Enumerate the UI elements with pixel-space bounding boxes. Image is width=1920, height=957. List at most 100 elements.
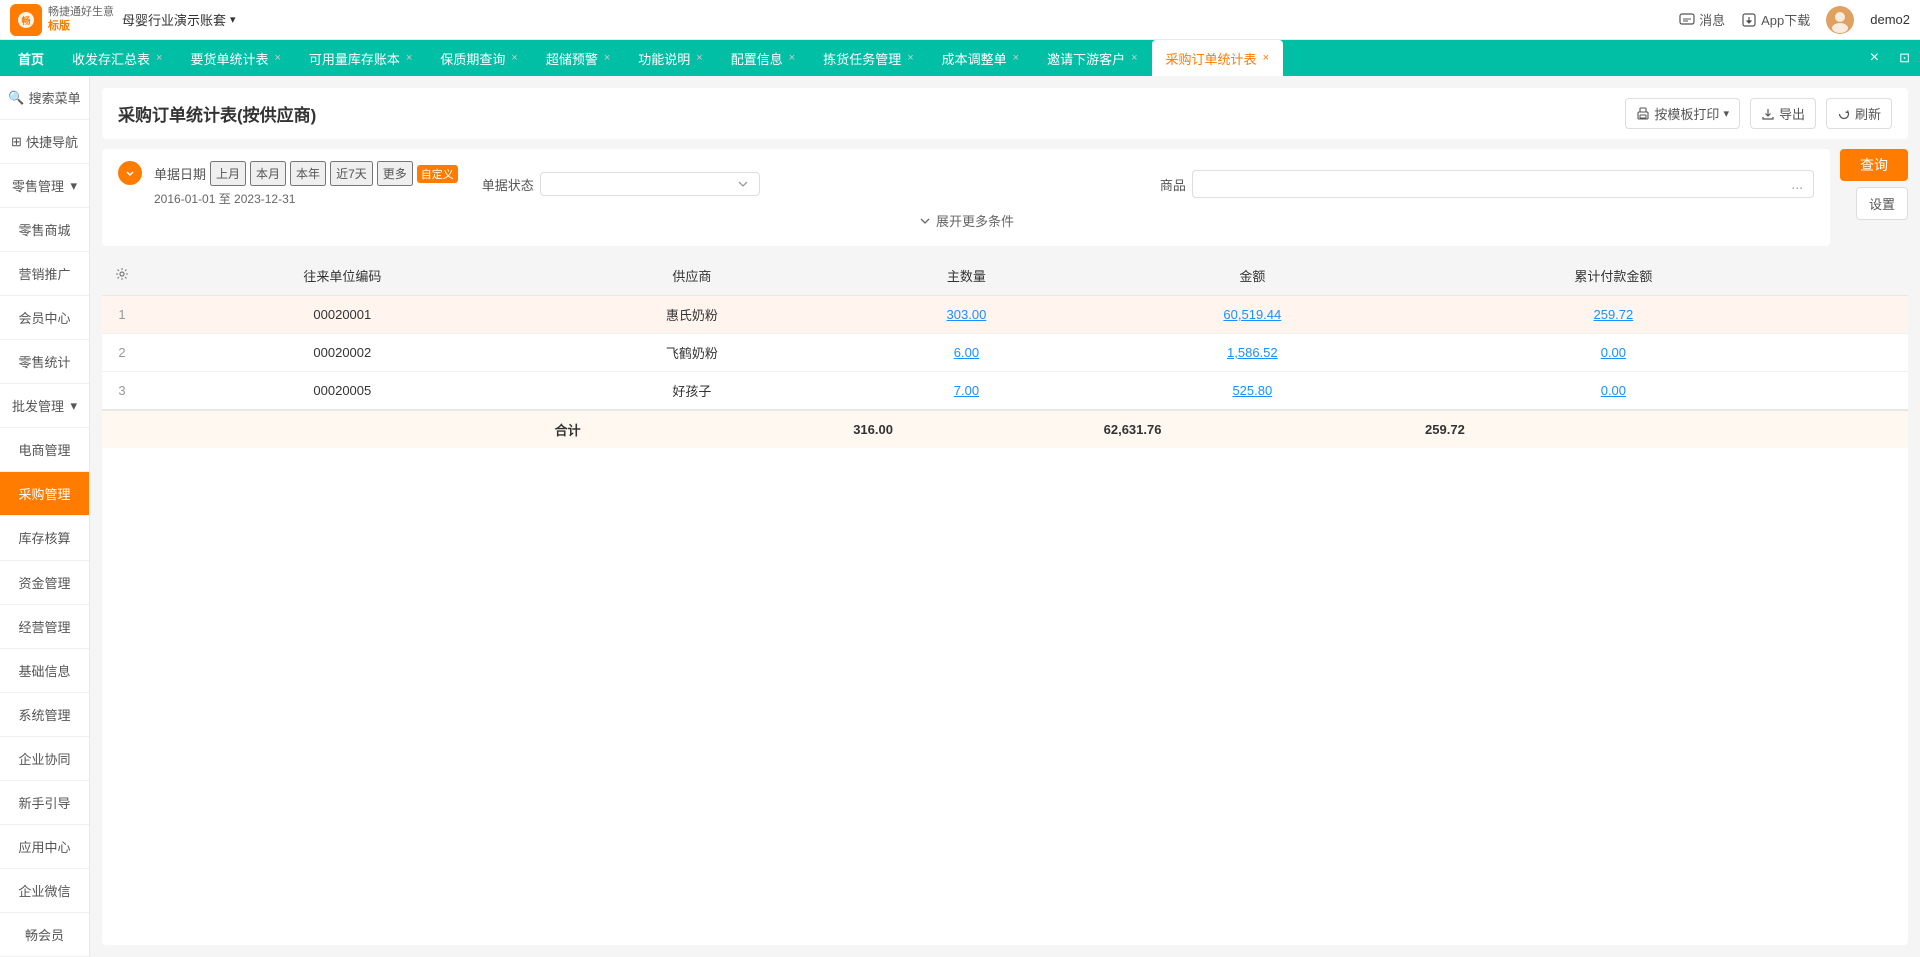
filter-status-group: 单据状态 xyxy=(482,172,1136,196)
filter-query-row: 单据日期 上月 本月 本年 近7天 更多 自定义 2016-01-01 至 20… xyxy=(102,149,1908,246)
col-header-supplier: 供应商 xyxy=(543,256,842,296)
col-header-extra xyxy=(1814,256,1908,296)
footer-amount: 62,631.76 xyxy=(1092,410,1413,448)
tab-chengben[interactable]: 成本调整单 × xyxy=(928,40,1033,76)
cell-supplier: 好孩子 xyxy=(543,372,842,411)
chevron-down-icon xyxy=(737,178,749,190)
top-bar-left: 畅 畅捷通好生意 标版 母婴行业演示账套 ▾ xyxy=(10,4,236,36)
col-header-code: 往来单位编码 xyxy=(142,256,543,296)
logo-area: 畅 畅捷通好生意 标版 xyxy=(10,4,114,36)
cell-paid[interactable]: 0.00 xyxy=(1413,334,1814,372)
cell-qty[interactable]: 7.00 xyxy=(841,372,1091,411)
sidebar-item-wholesale-mgmt[interactable]: 批发管理 ▾ xyxy=(0,384,89,428)
sidebar-item-member[interactable]: 会员中心 xyxy=(0,296,89,340)
tab-chaochu[interactable]: 超储预警 × xyxy=(532,40,624,76)
cell-index: 3 xyxy=(102,372,142,411)
sidebar-item-retail-mgmt[interactable]: 零售管理 ▾ xyxy=(0,164,89,208)
cell-qty[interactable]: 6.00 xyxy=(841,334,1091,372)
footer-label: 合计 xyxy=(543,410,842,448)
custom-tag: 自定义 xyxy=(417,165,458,183)
user-avatar[interactable] xyxy=(1826,6,1854,34)
tab-baozhi[interactable]: 保质期查询 × xyxy=(426,40,531,76)
logo-text: 畅捷通好生意 标版 xyxy=(48,6,114,32)
sidebar-shortcut[interactable]: ⊞ 快捷导航 xyxy=(0,120,89,164)
expand-more-row: 展开更多条件 xyxy=(118,207,1814,234)
app-download-button[interactable]: App下载 xyxy=(1741,10,1810,29)
tab-peizhi[interactable]: 配置信息 × xyxy=(717,40,809,76)
shortcut-this-month[interactable]: 本月 xyxy=(250,161,286,186)
content-area: 采购订单统计表(按供应商) 按模板打印 ▾ 导出 刷新 xyxy=(90,76,1920,957)
top-bar: 畅 畅捷通好生意 标版 母婴行业演示账套 ▾ 消息 App下载 demo2 xyxy=(0,0,1920,40)
sidebar-item-system[interactable]: 系统管理 xyxy=(0,693,89,737)
sidebar-item-purchase-mgmt[interactable]: 采购管理 xyxy=(0,472,89,516)
sidebar-item-inventory[interactable]: 库存核算 xyxy=(0,516,89,560)
data-table: 往来单位编码 供应商 主数量 金额 累计付款金额 1 00020001 惠氏奶粉… xyxy=(102,256,1908,448)
tab-yaoqing[interactable]: 邀请下游客户 × xyxy=(1033,40,1151,76)
tab-keyongliang[interactable]: 可用量库存账本 × xyxy=(295,40,426,76)
print-button[interactable]: 按模板打印 ▾ xyxy=(1625,98,1740,129)
shortcut-more[interactable]: 更多 xyxy=(377,161,413,186)
message-button[interactable]: 消息 xyxy=(1679,10,1725,29)
product-more-icon[interactable]: ... xyxy=(1791,176,1803,192)
cell-amount[interactable]: 60,519.44 xyxy=(1092,296,1413,334)
tab-caigou-active[interactable]: 采购订单统计表 × xyxy=(1152,40,1283,76)
sidebar-item-retail-stats[interactable]: 零售统计 xyxy=(0,340,89,384)
expand-more-button[interactable]: 展开更多条件 xyxy=(918,211,1014,230)
sidebar-item-retail-mall[interactable]: 零售商城 xyxy=(0,208,89,252)
settings-icon xyxy=(115,267,129,281)
filter-date-range: 2016-01-01 至 2023-12-31 xyxy=(154,190,458,207)
shortcut-this-year[interactable]: 本年 xyxy=(290,161,326,186)
search-icon: 🔍 xyxy=(8,90,24,106)
table-container: 往来单位编码 供应商 主数量 金额 累计付款金额 1 00020001 惠氏奶粉… xyxy=(102,256,1908,945)
export-button[interactable]: 导出 xyxy=(1750,98,1816,129)
filter-collapse-button[interactable] xyxy=(118,161,142,185)
cell-supplier: 惠氏奶粉 xyxy=(543,296,842,334)
sidebar-item-wechat[interactable]: 企业微信 xyxy=(0,869,89,913)
tab-yaohuo[interactable]: 要货单统计表 × xyxy=(176,40,294,76)
cell-code: 00020002 xyxy=(142,334,543,372)
sidebar-item-operation[interactable]: 经营管理 xyxy=(0,605,89,649)
sidebar-item-member2[interactable]: 畅会员 xyxy=(0,913,89,957)
sidebar-item-basic-info[interactable]: 基础信息 xyxy=(0,649,89,693)
top-bar-right: 消息 App下载 demo2 xyxy=(1679,6,1910,34)
shortcut-last-month[interactable]: 上月 xyxy=(210,161,246,186)
table-row: 1 00020001 惠氏奶粉 303.00 60,519.44 259.72 xyxy=(102,296,1908,334)
cell-paid[interactable]: 0.00 xyxy=(1413,372,1814,411)
sidebar-item-enterprise[interactable]: 企业协同 xyxy=(0,737,89,781)
nav-close-all[interactable]: × xyxy=(1864,49,1885,67)
table-footer-row: 合计 316.00 62,631.76 259.72 xyxy=(102,410,1908,448)
sidebar-item-app-center[interactable]: 应用中心 xyxy=(0,825,89,869)
filter-top-row: 单据日期 上月 本月 本年 近7天 更多 自定义 2016-01-01 至 20… xyxy=(118,161,1814,207)
sidebar-item-finance[interactable]: 资金管理 xyxy=(0,561,89,605)
logo-icon: 畅 xyxy=(10,4,42,36)
sidebar-item-ecommerce[interactable]: 电商管理 xyxy=(0,428,89,472)
workspace-selector[interactable]: 母婴行业演示账套 ▾ xyxy=(122,10,236,29)
cell-amount[interactable]: 525.80 xyxy=(1092,372,1413,411)
cell-paid[interactable]: 259.72 xyxy=(1413,296,1814,334)
nav-maximize[interactable]: ⊡ xyxy=(1893,50,1916,66)
footer-paid: 259.72 xyxy=(1413,410,1814,448)
tab-shofacun[interactable]: 收发存汇总表 × xyxy=(58,40,176,76)
refresh-button[interactable]: 刷新 xyxy=(1826,98,1892,129)
sidebar-item-guide[interactable]: 新手引导 xyxy=(0,781,89,825)
sidebar-item-marketing[interactable]: 营销推广 xyxy=(0,252,89,296)
cell-qty[interactable]: 303.00 xyxy=(841,296,1091,334)
page-header: 采购订单统计表(按供应商) 按模板打印 ▾ 导出 刷新 xyxy=(102,88,1908,139)
filter-product-input[interactable]: ... xyxy=(1192,170,1814,198)
main-layout: 🔍 搜索菜单 ⊞ 快捷导航 零售管理 ▾ 零售商城 营销推广 会员中心 零售统计… xyxy=(0,76,1920,957)
tab-home[interactable]: 首页 xyxy=(4,40,58,76)
cell-code: 00020001 xyxy=(142,296,543,334)
shortcut-7days[interactable]: 近7天 xyxy=(330,161,373,186)
cell-amount[interactable]: 1,586.52 xyxy=(1092,334,1413,372)
cell-index: 2 xyxy=(102,334,142,372)
filter-status-select[interactable] xyxy=(540,172,760,196)
settings-button[interactable]: 设置 xyxy=(1856,187,1908,220)
tab-gongneng[interactable]: 功能说明 × xyxy=(624,40,716,76)
table-row: 2 00020002 飞鹤奶粉 6.00 1,586.52 0.00 xyxy=(102,334,1908,372)
query-action-area: 查询 设置 xyxy=(1840,149,1908,220)
sidebar-search[interactable]: 🔍 搜索菜单 xyxy=(0,76,89,120)
col-settings[interactable] xyxy=(102,256,142,296)
filter-fields: 单据日期 上月 本月 本年 近7天 更多 自定义 2016-01-01 至 20… xyxy=(154,161,1814,207)
query-button[interactable]: 查询 xyxy=(1840,149,1908,181)
tab-jianhuo[interactable]: 拣货任务管理 × xyxy=(809,40,927,76)
